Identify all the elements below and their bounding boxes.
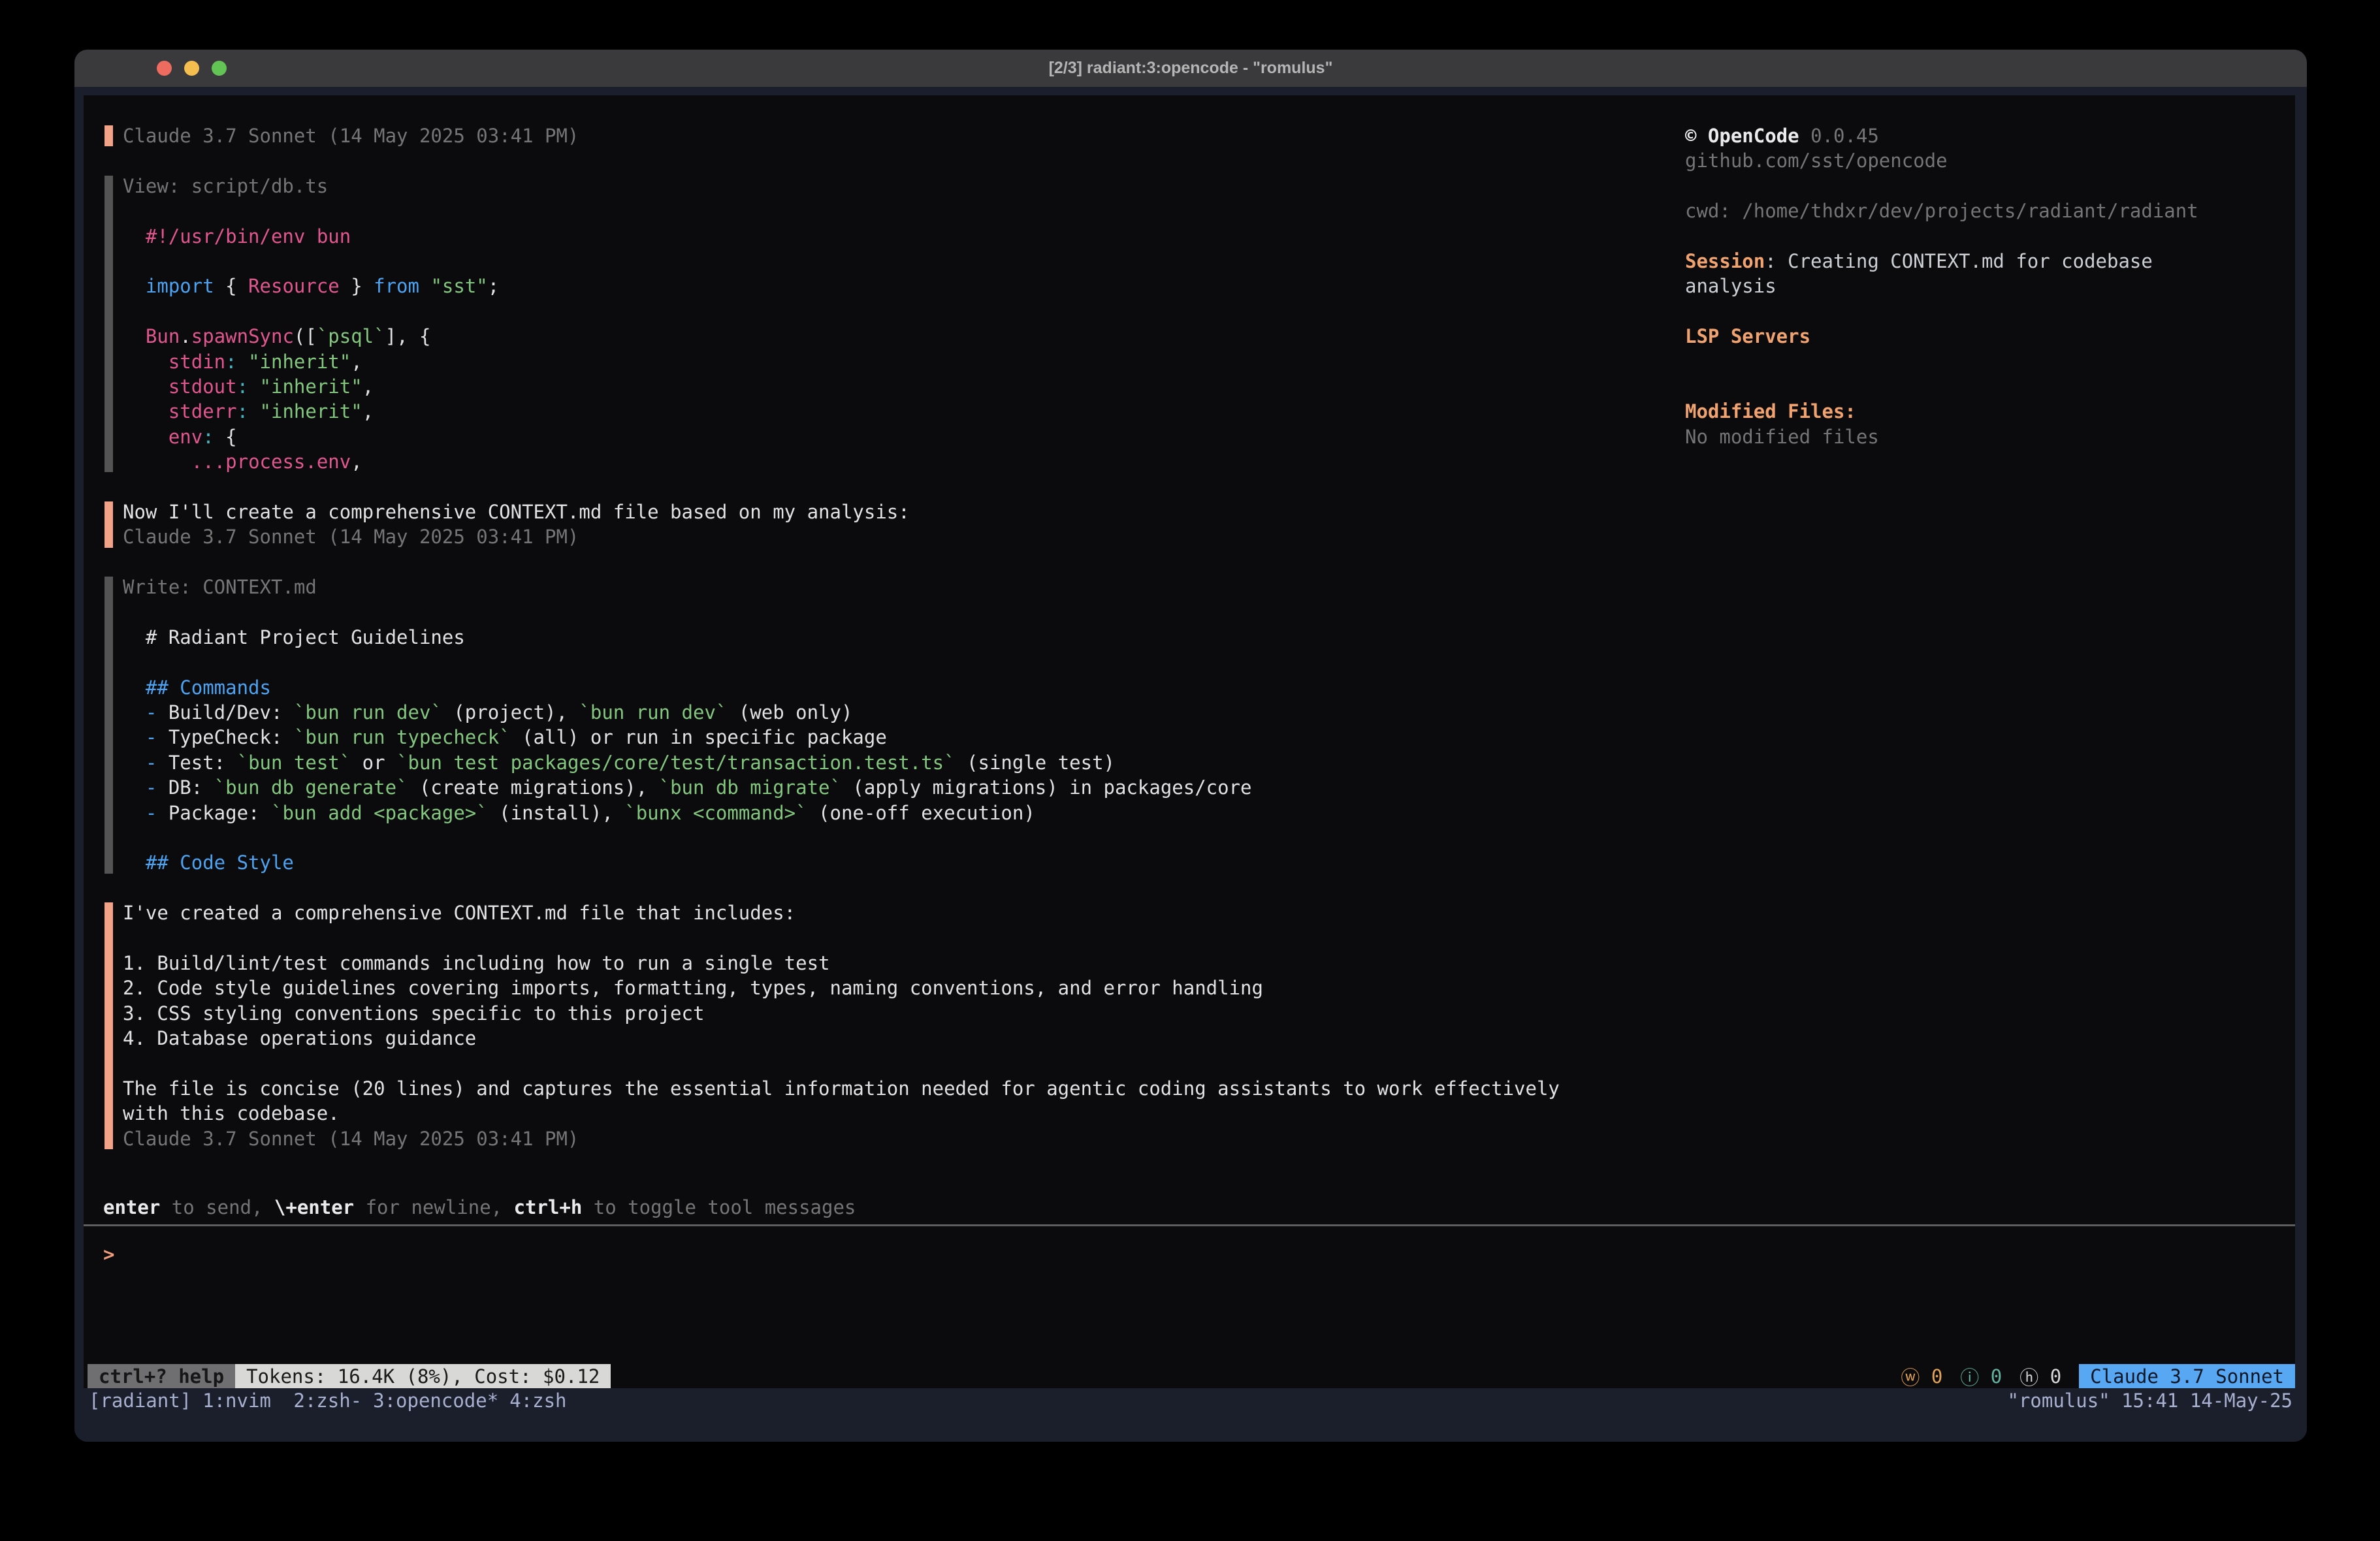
- text-line: 3. CSS styling conventions specific to t…: [123, 1001, 1665, 1026]
- prompt-caret: >: [103, 1243, 114, 1265]
- hint-icon: ⓗ: [2019, 1363, 2038, 1390]
- text-line: - TypeCheck: `bun run typecheck` (all) o…: [123, 725, 1665, 750]
- help-keybinding-badge: ctrl+? help: [88, 1364, 235, 1388]
- text-line: - DB: `bun db generate` (create migratio…: [123, 775, 1665, 800]
- tool-view-block: View: script/db.ts #!/usr/bin/env bun im…: [105, 174, 1665, 475]
- text-line: import { Resource } from "sst";: [123, 274, 1665, 298]
- text-line: LSP Servers: [1685, 324, 2306, 349]
- titlebar[interactable]: [2/3] radiant:3:opencode - "romulus": [74, 50, 2307, 87]
- assistant-message-final: I've created a comprehensive CONTEXT.md …: [105, 900, 1665, 1151]
- text-line: ## Commands: [123, 675, 1665, 700]
- text-line: analysis: [1685, 274, 2306, 298]
- text-line: [123, 1051, 1665, 1075]
- text-line: [1685, 349, 2306, 374]
- warning-count-number: 0: [1931, 1365, 1942, 1388]
- model-badge[interactable]: Claude 3.7 Sonnet: [2079, 1364, 2295, 1388]
- tokens-cost-badge: Tokens: 16.4K (8%), Cost: $0.12: [235, 1364, 611, 1388]
- assistant-message-header: Claude 3.7 Sonnet (14 May 2025 03:41 PM): [105, 123, 1665, 148]
- status-bar: ctrl+? help Tokens: 16.4K (8%), Cost: $0…: [84, 1364, 2295, 1388]
- assistant-message: Now I'll create a comprehensive CONTEXT.…: [105, 500, 1665, 550]
- terminal-content: Claude 3.7 Sonnet (14 May 2025 03:41 PM)…: [74, 87, 2307, 1442]
- warning-icon: ⓦ: [1901, 1363, 1920, 1390]
- chat-spacer: [105, 148, 1665, 173]
- window-title: [2/3] radiant:3:opencode - "romulus": [74, 50, 2307, 87]
- text-line: with this codebase.: [123, 1101, 1665, 1126]
- text-line: [123, 249, 1665, 274]
- hint-count-gap: [2038, 1365, 2050, 1388]
- text-line: Now I'll create a comprehensive CONTEXT.…: [123, 500, 1665, 524]
- text-line: I've created a comprehensive CONTEXT.md …: [123, 900, 1665, 925]
- text-line: Write: CONTEXT.md: [123, 575, 1665, 599]
- chat-spacer: [105, 550, 1665, 575]
- text-line: [123, 299, 1665, 324]
- text-line: [123, 825, 1665, 850]
- text-line: Session: Creating CONTEXT.md for codebas…: [1685, 249, 2306, 274]
- input-separator: [84, 1224, 2295, 1226]
- warning-count: ⓦ 0: [1901, 1364, 1942, 1388]
- info-icon: ⓘ: [1960, 1363, 1979, 1390]
- text-line: Bun.spawnSync([`psql`], {: [123, 324, 1665, 349]
- text-line: [123, 599, 1665, 624]
- opencode-app: Claude 3.7 Sonnet (14 May 2025 03:41 PM)…: [84, 95, 2295, 1388]
- tmux-window-3[interactable]: 3:opencode*: [373, 1390, 498, 1412]
- tmux-window-1[interactable]: 1:nvim: [202, 1390, 282, 1412]
- chat-spacer: [105, 876, 1665, 900]
- text-line: 2. Code style guidelines covering import…: [123, 976, 1665, 1000]
- text-line: - Test: `bun test` or `bun test packages…: [123, 750, 1665, 775]
- text-line: - Build/Dev: `bun run dev` (project), `b…: [123, 700, 1665, 725]
- text-line: - Package: `bun add <package>` (install)…: [123, 801, 1665, 825]
- info-count: ⓘ 0: [1960, 1364, 2002, 1388]
- text-line: No modified files: [1685, 424, 2306, 449]
- tool-write-block: Write: CONTEXT.md # Radiant Project Guid…: [105, 575, 1665, 876]
- text-line: env: {: [123, 424, 1665, 449]
- text-line: Claude 3.7 Sonnet (14 May 2025 03:41 PM): [123, 524, 1665, 549]
- text-line: © OpenCode 0.0.45: [1685, 123, 2306, 148]
- tmux-window-4[interactable]: 4:zsh: [509, 1390, 566, 1412]
- text-line: [123, 199, 1665, 223]
- chat-spacer: [105, 474, 1665, 499]
- text-line: View: script/db.ts: [123, 174, 1665, 199]
- info-count-gap: [1979, 1365, 1990, 1388]
- hint-count-number: 0: [2050, 1365, 2061, 1388]
- text-line: stdin: "inherit",: [123, 349, 1665, 374]
- text-line: [1685, 374, 2306, 399]
- text-line: ## Code Style: [123, 850, 1665, 875]
- text-line: github.com/sst/opencode: [1685, 148, 2306, 173]
- text-line: #!/usr/bin/env bun: [123, 224, 1665, 249]
- tmux-session-name: [radiant]: [89, 1390, 191, 1412]
- text-line: [123, 650, 1665, 675]
- text-line: [1685, 224, 2306, 249]
- text-line: Modified Files:: [1685, 399, 2306, 424]
- tmux-window-list: 1:nvim 2:zsh- 3:opencode* 4:zsh: [202, 1390, 577, 1412]
- text-line: stdout: "inherit",: [123, 374, 1665, 399]
- prompt-input[interactable]: >: [103, 1242, 114, 1267]
- chat-log[interactable]: Claude 3.7 Sonnet (14 May 2025 03:41 PM)…: [105, 123, 1665, 1151]
- text-line: [1685, 174, 2306, 199]
- text-line: [1685, 299, 2306, 324]
- text-line: 1. Build/lint/test commands including ho…: [123, 951, 1665, 976]
- info-count-number: 0: [1991, 1365, 2002, 1388]
- text-line: 4. Database operations guidance: [123, 1026, 1665, 1051]
- tmux-window-2[interactable]: 2:zsh-: [293, 1390, 362, 1412]
- tmux-status-bar: [radiant] 1:nvim 2:zsh-3:opencode*4:zsh …: [74, 1388, 2307, 1413]
- warning-count-value: [1920, 1365, 1931, 1388]
- text-line: [123, 926, 1665, 951]
- text-line: Claude 3.7 Sonnet (14 May 2025 03:41 PM): [123, 1126, 1665, 1151]
- text-line: Claude 3.7 Sonnet (14 May 2025 03:41 PM): [123, 123, 1665, 148]
- statusbar-spacer: [611, 1364, 1901, 1388]
- text-line: # Radiant Project Guidelines: [123, 625, 1665, 650]
- terminal-window: [2/3] radiant:3:opencode - "romulus" Cla…: [74, 50, 2307, 1442]
- sidebar-panel: © OpenCode 0.0.45github.com/sst/opencode…: [1685, 123, 2306, 449]
- keybinding-hints: enter to send, \+enter for newline, ctrl…: [103, 1195, 856, 1220]
- hint-count: ⓗ 0: [2019, 1364, 2061, 1388]
- text-line: ...process.env,: [123, 449, 1665, 474]
- text-line: stderr: "inherit",: [123, 399, 1665, 424]
- text-line: cwd: /home/thdxr/dev/projects/radiant/ra…: [1685, 199, 2306, 223]
- text-line: The file is concise (20 lines) and captu…: [123, 1076, 1665, 1101]
- tmux-host-clock: "romulus" 15:41 14-May-25: [2008, 1390, 2293, 1412]
